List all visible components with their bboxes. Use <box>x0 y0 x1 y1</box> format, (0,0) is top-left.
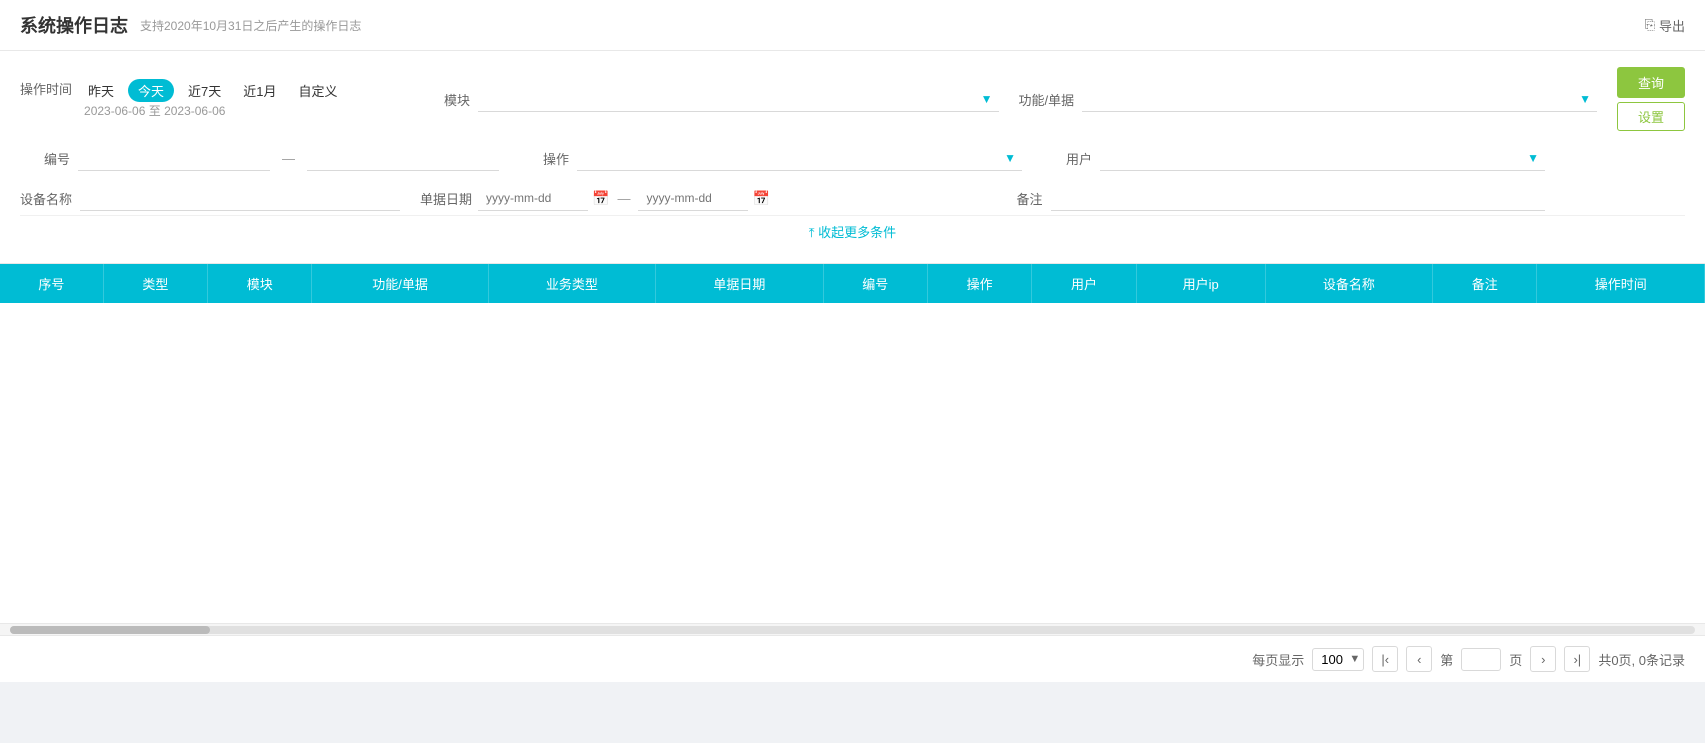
date-dash: — <box>613 191 634 206</box>
filter-section: 操作时间 昨天 今天 近7天 近1月 自定义 2023-06-06 至 2023… <box>0 51 1705 264</box>
page-subtitle: 支持2020年10月31日之后产生的操作日志 <box>140 17 361 34</box>
export-label: 导出 <box>1659 16 1685 35</box>
user-label: 用户 <box>1042 149 1092 168</box>
table-col-device_name: 设备名称 <box>1265 264 1432 303</box>
export-icon: ⎘ <box>1645 17 1655 33</box>
table-col-type: 类型 <box>103 264 207 303</box>
device-name-input[interactable] <box>80 185 400 211</box>
scrollbar-thumb[interactable] <box>10 626 210 634</box>
function-select-wrapper: ▼ <box>1082 86 1597 112</box>
empty-area <box>0 303 1705 623</box>
calendar-end-icon[interactable]: 📅 <box>752 190 769 207</box>
filter-row-2: 编号 — 操作 ▼ 用户 ▼ <box>20 145 1685 171</box>
filter-row-3: 设备名称 单据日期 📅 — 📅 备注 <box>20 185 1685 211</box>
table-col-op_time: 操作时间 <box>1537 264 1705 303</box>
prev-page-button[interactable]: ‹ <box>1406 646 1432 672</box>
table-col-function: 功能/单据 <box>312 264 488 303</box>
module-select[interactable] <box>478 86 999 112</box>
module-label: 模块 <box>420 90 470 109</box>
number-dash: — <box>278 151 299 166</box>
number-input-1-wrapper <box>78 145 270 171</box>
operation-select-wrapper: ▼ <box>577 145 1022 171</box>
page-header: 系统操作日志 支持2020年10月31日之后产生的操作日志 ⎘ 导出 <box>0 0 1705 51</box>
remark-input-wrapper <box>1051 185 1546 211</box>
page-title: 系统操作日志 <box>20 12 128 38</box>
remark-input[interactable] <box>1051 185 1546 211</box>
settings-button[interactable]: 设置 <box>1617 102 1685 131</box>
user-select-wrapper: ▼ <box>1100 145 1545 171</box>
number-label: 编号 <box>20 149 70 168</box>
pagination: 每页显示 50100200 ▼ |‹ ‹ 第 1 页 › ›| 共0页, 0条记… <box>0 635 1705 682</box>
table-container: 序号类型模块功能/单据业务类型单据日期编号操作用户用户ip设备名称备注操作时间 <box>0 264 1705 623</box>
voucher-date-label: 单据日期 <box>420 189 472 208</box>
last-page-button[interactable]: ›| <box>1564 646 1590 672</box>
number-input-start[interactable] <box>78 145 270 171</box>
device-input-wrapper <box>80 185 400 211</box>
per-page-label: 每页显示 <box>1252 650 1304 669</box>
time-btn-yesterday[interactable]: 昨天 <box>80 79 122 102</box>
calendar-start-icon[interactable]: 📅 <box>592 190 609 207</box>
user-select[interactable] <box>1100 145 1545 171</box>
table-col-biz_type: 业务类型 <box>488 264 655 303</box>
total-text: 共0页, 0条记录 <box>1598 650 1685 669</box>
page-input[interactable]: 1 <box>1461 648 1501 671</box>
device-label: 设备名称 <box>20 189 72 208</box>
time-btn-custom[interactable]: 自定义 <box>291 79 346 102</box>
function-select[interactable] <box>1082 86 1597 112</box>
function-label: 功能/单据 <box>1019 90 1075 109</box>
next-page-button[interactable]: › <box>1530 646 1556 672</box>
operation-select[interactable] <box>577 145 1022 171</box>
first-page-button[interactable]: |‹ <box>1372 646 1398 672</box>
number-input-2-wrapper <box>307 145 499 171</box>
action-buttons: 查询 设置 <box>1617 67 1685 131</box>
date-range-text: 2023-06-06 至 2023-06-06 <box>84 102 346 119</box>
per-page-select[interactable]: 50100200 <box>1312 648 1364 671</box>
time-buttons: 昨天 今天 近7天 近1月 自定义 <box>80 79 346 102</box>
time-label: 操作时间 <box>20 79 72 98</box>
filter-row-1: 操作时间 昨天 今天 近7天 近1月 自定义 2023-06-06 至 2023… <box>20 67 1685 131</box>
collapse-label: 收起更多条件 <box>818 225 896 240</box>
per-page-wrapper: 50100200 ▼ <box>1312 648 1364 671</box>
export-button[interactable]: ⎘ 导出 <box>1645 16 1685 35</box>
date-input-group: 📅 — 📅 <box>478 186 770 211</box>
table-col-operation: 操作 <box>927 264 1031 303</box>
time-filter-group: 昨天 今天 近7天 近1月 自定义 2023-06-06 至 2023-06-0… <box>80 79 346 119</box>
time-btn-today[interactable]: 今天 <box>128 79 174 102</box>
header-left: 系统操作日志 支持2020年10月31日之后产生的操作日志 <box>20 12 361 38</box>
page-suffix: 页 <box>1509 650 1522 669</box>
table-col-seq: 序号 <box>0 264 103 303</box>
table-col-user: 用户 <box>1032 264 1136 303</box>
date-start-input[interactable] <box>478 186 588 211</box>
time-btn-last7[interactable]: 近7天 <box>180 79 229 102</box>
table-col-number: 编号 <box>823 264 927 303</box>
data-table: 序号类型模块功能/单据业务类型单据日期编号操作用户用户ip设备名称备注操作时间 <box>0 264 1705 303</box>
table-col-remark: 备注 <box>1433 264 1537 303</box>
number-input-end[interactable] <box>307 145 499 171</box>
table-header-row: 序号类型模块功能/单据业务类型单据日期编号操作用户用户ip设备名称备注操作时间 <box>0 264 1705 303</box>
page-label: 第 <box>1440 650 1453 669</box>
scrollbar-track <box>10 626 1695 634</box>
table-col-module: 模块 <box>208 264 312 303</box>
time-btn-last1month[interactable]: 近1月 <box>235 79 284 102</box>
collapse-icon: ⤒ <box>809 225 815 240</box>
date-end-input[interactable] <box>638 186 748 211</box>
query-button[interactable]: 查询 <box>1617 67 1685 98</box>
table-col-voucher_date: 单据日期 <box>656 264 823 303</box>
remark-label: 备注 <box>993 189 1043 208</box>
collapse-bar[interactable]: ⤒ 收起更多条件 <box>20 215 1685 247</box>
table-col-user_ip: 用户ip <box>1136 264 1265 303</box>
operation-label: 操作 <box>519 149 569 168</box>
module-select-wrapper: ▼ <box>478 86 999 112</box>
scrollbar-area[interactable] <box>0 623 1705 635</box>
